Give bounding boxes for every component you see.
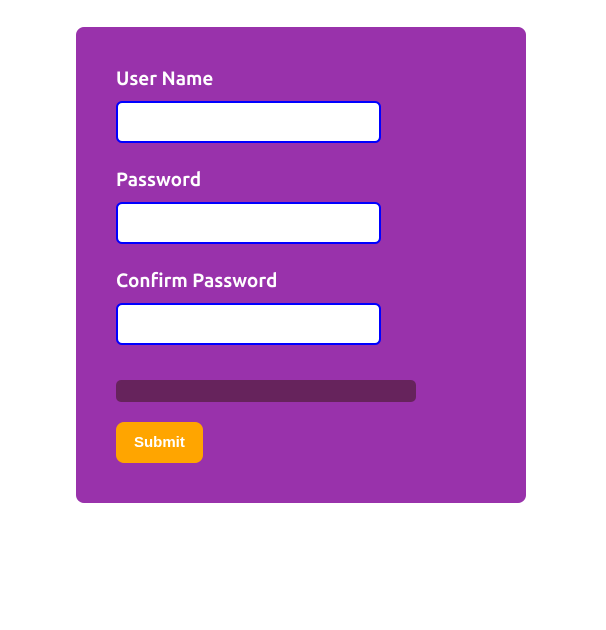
registration-form: User Name Password Confirm Password Subm… <box>76 27 526 503</box>
username-section: User Name <box>116 67 486 143</box>
password-strength-bar <box>116 380 416 402</box>
password-input[interactable] <box>116 202 381 244</box>
confirm-password-label: Confirm Password <box>116 269 486 291</box>
submit-button[interactable]: Submit <box>116 422 203 463</box>
confirm-password-input[interactable] <box>116 303 381 345</box>
password-label: Password <box>116 168 486 190</box>
password-section: Password <box>116 168 486 244</box>
username-label: User Name <box>116 67 486 89</box>
confirm-password-section: Confirm Password <box>116 269 486 345</box>
username-input[interactable] <box>116 101 381 143</box>
